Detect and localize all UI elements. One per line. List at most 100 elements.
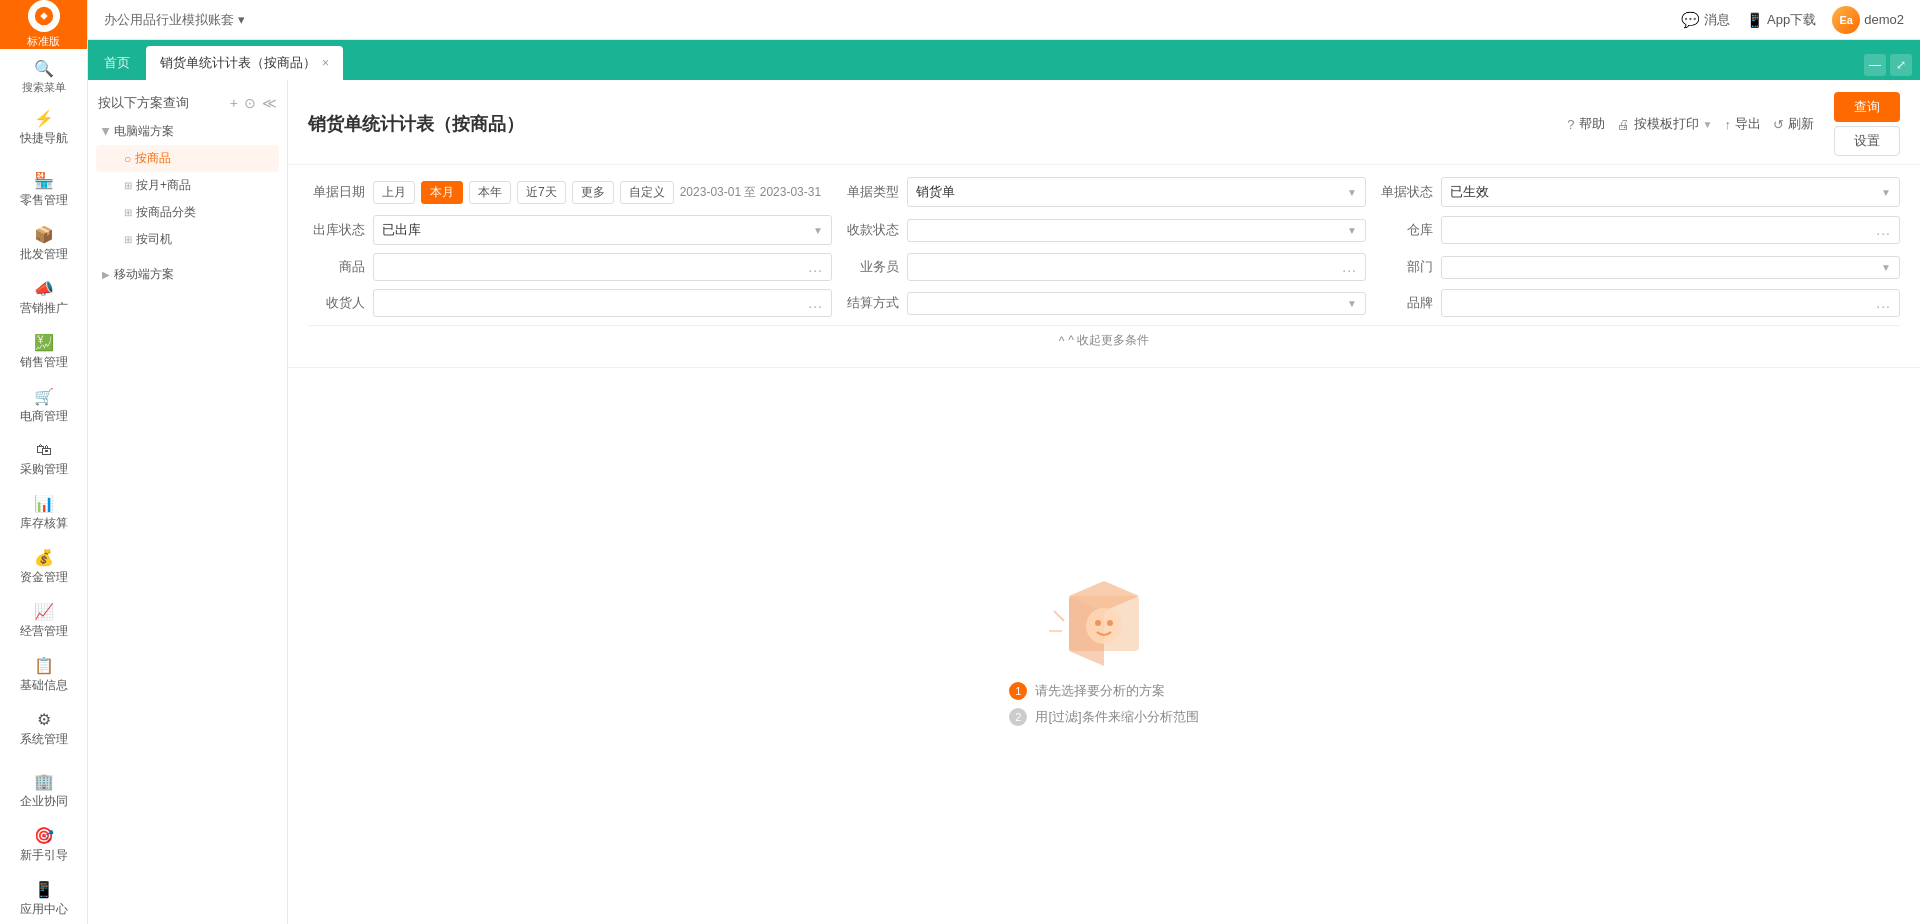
sidebar-label-app-center: 应用中心 <box>20 901 68 918</box>
type-select[interactable]: 销货单 ▼ <box>907 177 1366 207</box>
more-btn[interactable]: 更多 <box>572 181 614 204</box>
last-month-btn[interactable]: 上月 <box>373 181 415 204</box>
svg-point-4 <box>1086 608 1122 644</box>
tab-active[interactable]: 销货单统计计表（按商品） × <box>146 46 343 80</box>
refresh-icon: ↺ <box>1773 117 1784 132</box>
operations-icon: 📈 <box>34 602 54 621</box>
sidebar-item-retail[interactable]: 🏪 零售管理 <box>0 163 87 217</box>
sidebar-label-sales: 销售管理 <box>20 354 68 371</box>
tree-node-label-by-month: 按月+商品 <box>136 177 191 194</box>
out-status-select[interactable]: 已出库 ▼ <box>373 215 832 245</box>
sidebar-label-basic: 基础信息 <box>20 677 68 694</box>
collapse-filter-btn[interactable]: ^ ^ 收起更多条件 <box>308 325 1900 355</box>
payment-select[interactable]: ▼ <box>907 292 1366 315</box>
filter-status-cell: 单据状态 已生效 ▼ <box>1376 177 1900 207</box>
custom-btn[interactable]: 自定义 <box>620 181 674 204</box>
sidebar-item-operations[interactable]: 📈 经营管理 <box>0 594 87 648</box>
help-btn[interactable]: ? 帮助 <box>1567 115 1604 133</box>
tree-node-by-cashier[interactable]: ⊞ 按司机 <box>96 226 279 253</box>
date-controls: 上月 本月 本年 近7天 更多 自定义 2023-03-01 至 2023-03… <box>373 181 832 204</box>
sidebar-item-sales[interactable]: 💹 销售管理 <box>0 325 87 379</box>
tab-home[interactable]: 首页 <box>88 46 146 80</box>
marketing-icon: 📣 <box>34 279 54 298</box>
panel-header-label: 按以下方案查询 <box>98 94 189 112</box>
sidebar-item-inventory[interactable]: 📊 库存核算 <box>0 486 87 540</box>
avatar: Ea <box>1832 6 1860 34</box>
top-header: 办公用品行业模拟账套 ▾ 💬 消息 📱 App下载 Ea demo2 <box>88 0 1920 40</box>
this-year-btn[interactable]: 本年 <box>469 181 511 204</box>
sidebar-item-ecommerce[interactable]: 🛒 电商管理 <box>0 379 87 433</box>
tab-maximize-btn[interactable]: ⤢ <box>1890 54 1912 76</box>
app-download-btn[interactable]: 📱 App下载 <box>1746 11 1816 29</box>
warehouse-input[interactable]: ... <box>1441 216 1900 244</box>
sidebar-item-app-center[interactable]: 📱 应用中心 <box>0 872 87 924</box>
sidebar-item-enterprise[interactable]: 🏢 企业协同 <box>0 764 87 818</box>
filter-row-4: 收货人 ... 结算方式 ▼ <box>308 289 1900 317</box>
breadcrumb-arrow: ▾ <box>238 12 245 27</box>
user-profile-btn[interactable]: Ea demo2 <box>1832 6 1904 34</box>
print-arrow: ▼ <box>1703 119 1713 130</box>
export-btn[interactable]: ↑ 导出 <box>1725 115 1762 133</box>
right-content: 销货单统计计表（按商品） ? 帮助 🖨 按模板打印 ▼ ↑ 导出 <box>288 80 1920 924</box>
tree-node-by-category[interactable]: ⊞ 按商品分类 <box>96 199 279 226</box>
type-arrow: ▼ <box>1347 187 1357 198</box>
export-label: 导出 <box>1735 115 1761 133</box>
product-label: 商品 <box>308 258 373 276</box>
print-btn[interactable]: 🖨 按模板打印 ▼ <box>1617 115 1713 133</box>
tab-minimize-btn[interactable]: — <box>1864 54 1886 76</box>
sidebar-item-finance[interactable]: 💰 资金管理 <box>0 540 87 594</box>
header-actions: 💬 消息 📱 App下载 Ea demo2 <box>1681 6 1904 34</box>
sidebar-item-purchase[interactable]: 🛍 采购管理 <box>0 433 87 486</box>
ecommerce-icon: 🛒 <box>34 387 54 406</box>
tree-arrow-desktop: ▶ <box>101 128 112 136</box>
sidebar-item-system[interactable]: ⚙ 系统管理 <box>0 702 87 756</box>
tip-text-1: 请先选择要分析的方案 <box>1035 682 1165 700</box>
sidebar-item-basic[interactable]: 📋 基础信息 <box>0 648 87 702</box>
dept-select[interactable]: ▼ <box>1441 256 1900 279</box>
status-select[interactable]: 已生效 ▼ <box>1441 177 1900 207</box>
tree-node-by-month-product[interactable]: ⊞ 按月+商品 <box>96 172 279 199</box>
panel-settings-btn[interactable]: ⊙ <box>244 95 256 111</box>
sidebar-search[interactable]: 🔍 搜索菜单 <box>0 49 87 101</box>
settings-button[interactable]: 设置 <box>1834 126 1900 156</box>
panel-collapse-btn[interactable]: ≪ <box>262 95 277 111</box>
filter-row-2: 出库状态 已出库 ▼ 收款状态 ▼ <box>308 215 1900 245</box>
receiver-input[interactable]: ... <box>373 289 832 317</box>
tab-close-btn[interactable]: × <box>322 56 329 70</box>
empty-tip-1: 1 请先选择要分析的方案 <box>1009 682 1198 700</box>
tip-num-1: 1 <box>1009 682 1027 700</box>
tree-node-label-by-category: 按商品分类 <box>136 204 196 221</box>
sidebar-item-marketing[interactable]: 📣 营销推广 <box>0 271 87 325</box>
refresh-btn[interactable]: ↺ 刷新 <box>1773 115 1814 133</box>
message-btn[interactable]: 💬 消息 <box>1681 11 1730 29</box>
sidebar-label-ecommerce: 电商管理 <box>20 408 68 425</box>
sidebar-item-wholesale[interactable]: 📦 批发管理 <box>0 217 87 271</box>
collect-select[interactable]: ▼ <box>907 219 1366 242</box>
panel-add-btn[interactable]: + <box>230 95 238 111</box>
type-ctrl: 销货单 ▼ <box>907 177 1366 207</box>
left-panel: 按以下方案查询 + ⊙ ≪ ▶ 电脑端方案 ○ 按商品 ⊞ 按月 <box>88 80 288 924</box>
date-btn-group: 上月 本月 本年 近7天 更多 自定义 2023-03-01 至 2023-03… <box>373 181 832 204</box>
last7-btn[interactable]: 近7天 <box>517 181 566 204</box>
brand-input[interactable]: ... <box>1441 289 1900 317</box>
collect-ctrl: ▼ <box>907 219 1366 242</box>
tab-home-label: 首页 <box>104 55 130 70</box>
product-input[interactable]: ... <box>373 253 832 281</box>
tree-node-by-product[interactable]: ○ 按商品 <box>96 145 279 172</box>
sidebar-item-guide[interactable]: 🎯 新手引导 <box>0 818 87 872</box>
tree-mobile-label: 移动端方案 <box>114 266 174 283</box>
query-button[interactable]: 查询 <box>1834 92 1900 122</box>
salesperson-input[interactable]: ... <box>907 253 1366 281</box>
sidebar-item-quick-nav[interactable]: ⚡ 快捷导航 <box>0 101 87 155</box>
payment-label: 结算方式 <box>842 294 907 312</box>
salesperson-label: 业务员 <box>842 258 907 276</box>
this-month-btn[interactable]: 本月 <box>421 181 463 204</box>
panel-header: 按以下方案查询 + ⊙ ≪ <box>88 88 287 118</box>
tree-desktop-parent[interactable]: ▶ 电脑端方案 <box>96 118 279 145</box>
warehouse-label: 仓库 <box>1376 221 1441 239</box>
filter-row-1: 单据日期 上月 本月 本年 近7天 更多 自定义 2023-03-01 至 20… <box>308 177 1900 207</box>
download-icon: 📱 <box>1746 12 1763 28</box>
tree-mobile-parent[interactable]: ▶ 移动端方案 <box>96 261 279 288</box>
page-title-bar: 销货单统计计表（按商品） ? 帮助 🖨 按模板打印 ▼ ↑ 导出 <box>288 80 1920 165</box>
filter-warehouse-cell: 仓库 ... <box>1376 215 1900 245</box>
